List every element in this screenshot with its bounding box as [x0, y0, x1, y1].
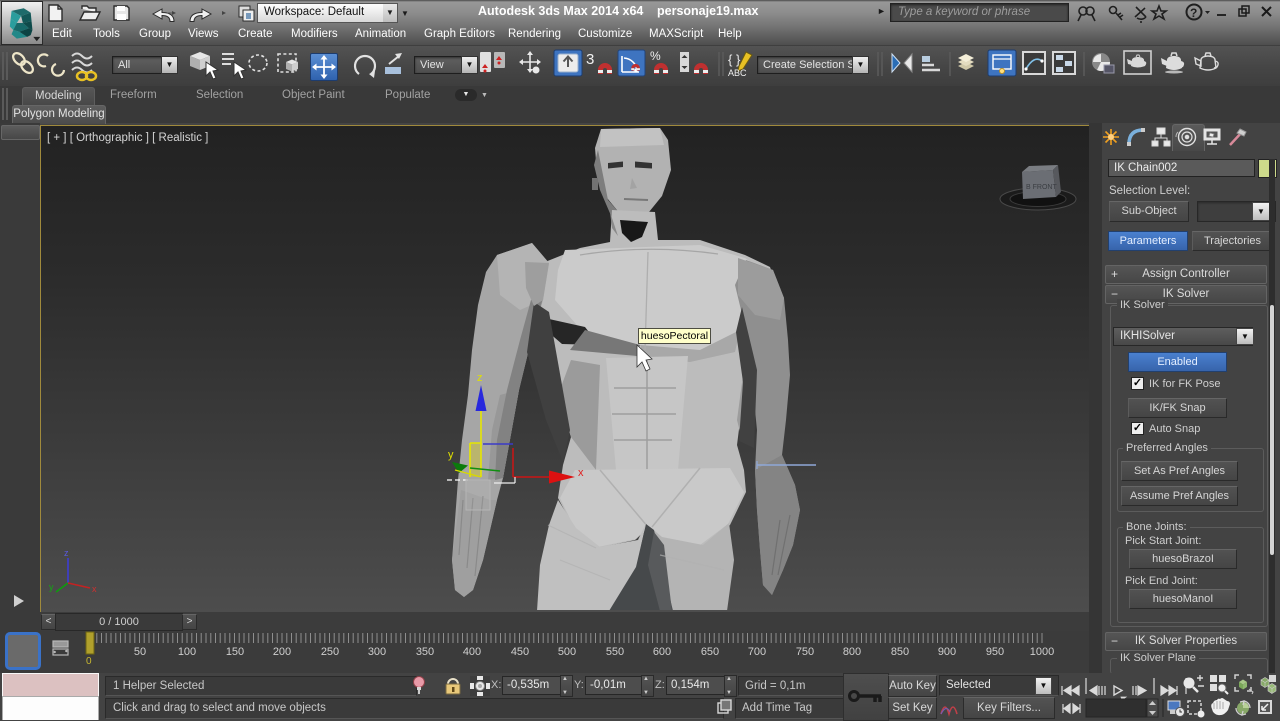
svg-text:400: 400: [463, 646, 481, 658]
svg-text:0: 0: [86, 656, 92, 667]
svg-text:y: y: [49, 582, 54, 592]
svg-text:100: 100: [178, 646, 196, 658]
svg-text:800: 800: [843, 646, 861, 658]
svg-text:250: 250: [321, 646, 339, 658]
svg-text:150: 150: [226, 646, 244, 658]
svg-text:200: 200: [273, 646, 291, 658]
svg-text:y: y: [448, 449, 454, 461]
svg-text:900: 900: [938, 646, 956, 658]
svg-text:z: z: [64, 548, 69, 558]
svg-text:500: 500: [558, 646, 576, 658]
svg-text:x: x: [578, 467, 584, 479]
svg-text:650: 650: [701, 646, 719, 658]
svg-text:ABC: ABC: [728, 68, 747, 78]
svg-text:{ }: { }: [728, 52, 741, 67]
svg-text:x: x: [92, 584, 97, 594]
svg-text:850: 850: [891, 646, 909, 658]
svg-text:z: z: [477, 372, 483, 384]
svg-text:600: 600: [653, 646, 671, 658]
svg-text:350: 350: [416, 646, 434, 658]
svg-text:B FRONT: B FRONT: [1026, 184, 1057, 191]
svg-text:700: 700: [748, 646, 766, 658]
svg-text:750: 750: [796, 646, 814, 658]
svg-text:450: 450: [511, 646, 529, 658]
svg-text:550: 550: [606, 646, 624, 658]
svg-text:3: 3: [586, 51, 594, 68]
svg-text:950: 950: [986, 646, 1004, 658]
svg-text:?: ?: [1190, 6, 1197, 20]
svg-text:1000: 1000: [1030, 646, 1054, 658]
svg-text:300: 300: [368, 646, 386, 658]
svg-text:%: %: [650, 49, 661, 63]
svg-text:50: 50: [134, 646, 146, 658]
